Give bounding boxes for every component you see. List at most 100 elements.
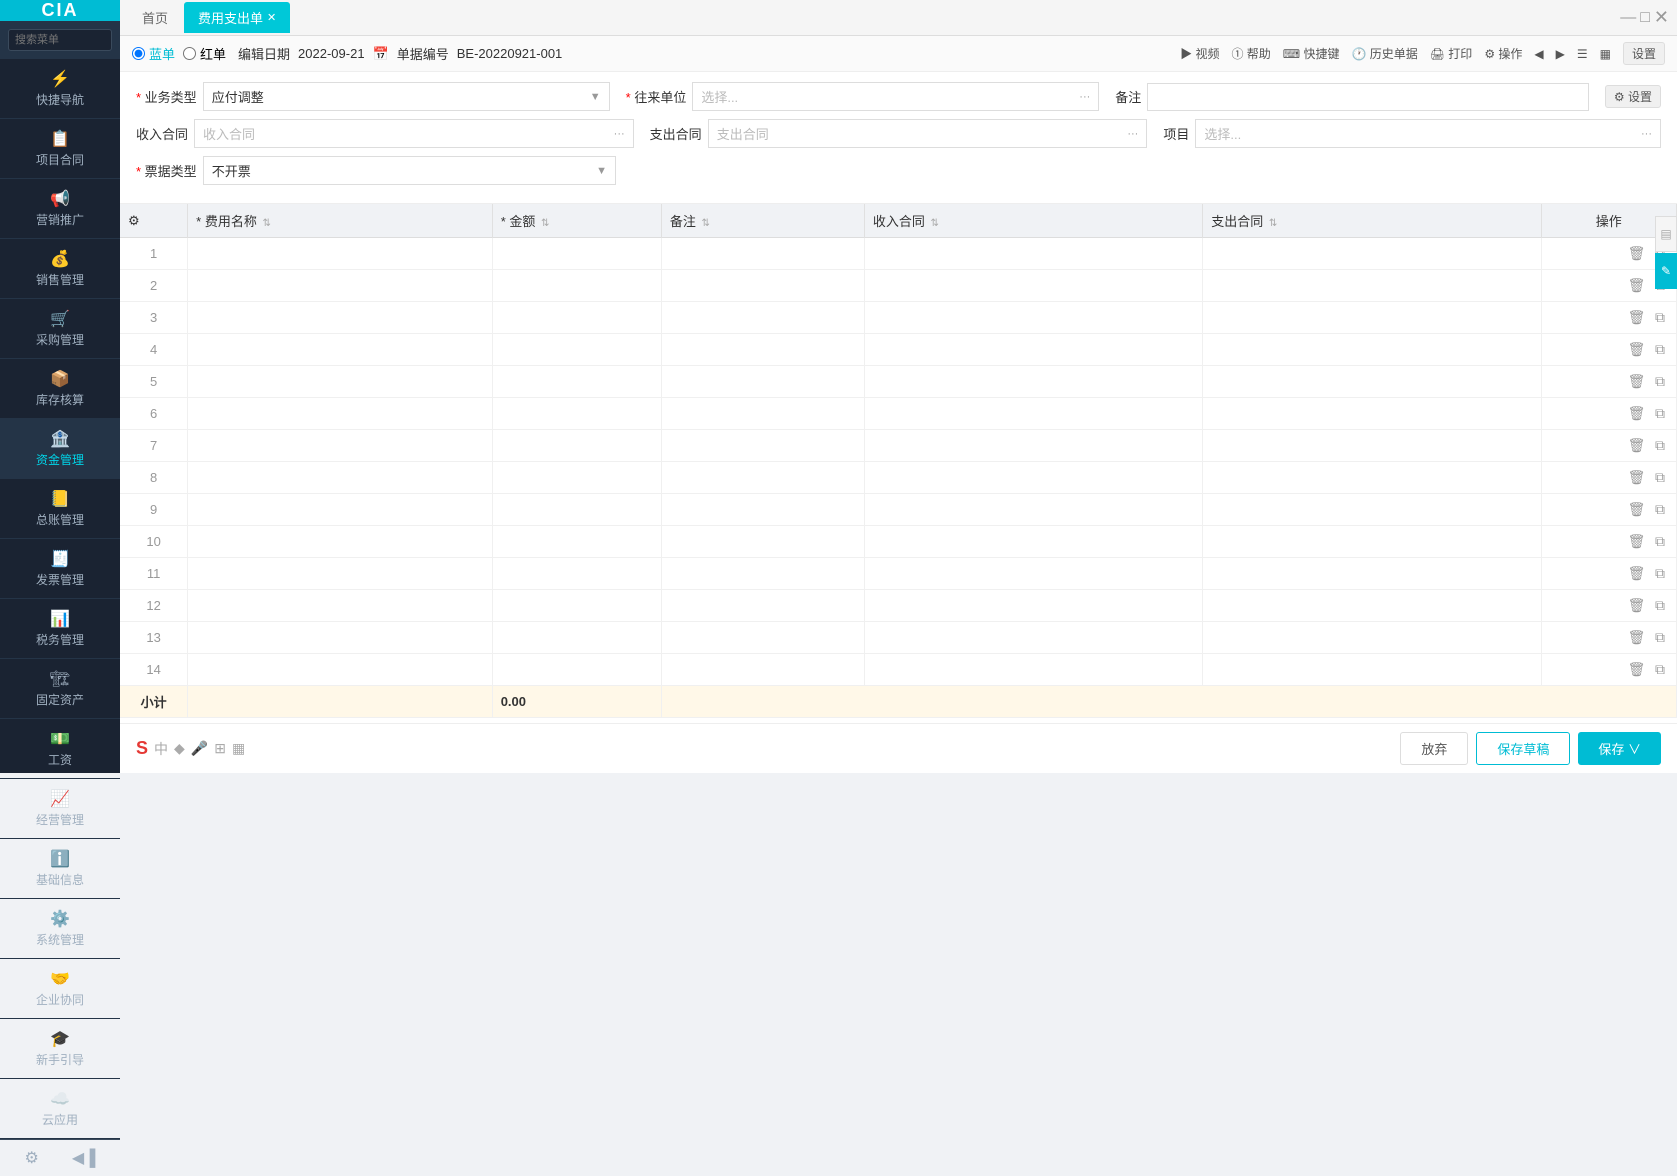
tab-home[interactable]: 首页 xyxy=(128,2,182,33)
row-expense-name-10[interactable] xyxy=(188,526,493,558)
row-expense-contract-6[interactable] xyxy=(1203,398,1541,430)
row-amount-2[interactable] xyxy=(492,270,661,302)
footer-icon-2[interactable]: ◆ xyxy=(174,740,185,757)
tab-close-icon[interactable]: ✕ xyxy=(267,11,276,24)
row-amount-1[interactable] xyxy=(492,238,661,270)
row-expense-name-13[interactable] xyxy=(188,622,493,654)
footer-icon-1[interactable]: 中 xyxy=(154,739,168,759)
sidebar-item-ops-mgmt[interactable]: 📈 经营管理 xyxy=(0,779,120,839)
col-config[interactable]: ⚙ xyxy=(120,204,188,238)
row-remark-3[interactable] xyxy=(661,302,864,334)
row-expense-contract-1[interactable] xyxy=(1203,238,1541,270)
row-delete-btn-10[interactable]: 🗑 xyxy=(1625,531,1649,552)
row-expense-name-9[interactable] xyxy=(188,494,493,526)
row-amount-5[interactable] xyxy=(492,366,661,398)
counterparty-dots[interactable]: ··· xyxy=(1079,91,1090,103)
row-amount-3[interactable] xyxy=(492,302,661,334)
row-expense-name-12[interactable] xyxy=(188,590,493,622)
row-delete-btn-5[interactable]: 🗑 xyxy=(1625,371,1649,392)
row-expense-contract-3[interactable] xyxy=(1203,302,1541,334)
row-copy-btn-4[interactable]: ⧉ xyxy=(1652,339,1668,360)
sidebar-item-capital-mgmt[interactable]: 🏦 资金管理 xyxy=(0,419,120,479)
row-expense-name-1[interactable] xyxy=(188,238,493,270)
row-expense-name-14[interactable] xyxy=(188,654,493,686)
row-delete-btn-11[interactable]: 🗑 xyxy=(1625,563,1649,584)
row-expense-contract-5[interactable] xyxy=(1203,366,1541,398)
expense-contract-dots[interactable]: ··· xyxy=(1127,128,1138,140)
sidebar-item-payroll[interactable]: 💵 工资 xyxy=(0,719,120,779)
counterparty-value[interactable]: 选择... ··· xyxy=(692,82,1099,111)
row-expense-name-11[interactable] xyxy=(188,558,493,590)
row-delete-btn-12[interactable]: 🗑 xyxy=(1625,595,1649,616)
row-copy-btn-14[interactable]: ⧉ xyxy=(1652,659,1668,680)
row-remark-5[interactable] xyxy=(661,366,864,398)
row-remark-11[interactable] xyxy=(661,558,864,590)
row-expense-name-5[interactable] xyxy=(188,366,493,398)
row-amount-11[interactable] xyxy=(492,558,661,590)
calendar-icon[interactable]: 📅 xyxy=(373,46,389,62)
row-delete-btn-3[interactable]: 🗑 xyxy=(1625,307,1649,328)
row-expense-contract-2[interactable] xyxy=(1203,270,1541,302)
prev-btn[interactable]: ◀ xyxy=(1534,47,1543,61)
list-view-btn[interactable]: ☰ xyxy=(1577,47,1588,61)
row-income-contract-7[interactable] xyxy=(864,430,1202,462)
row-remark-13[interactable] xyxy=(661,622,864,654)
row-remark-4[interactable] xyxy=(661,334,864,366)
sidebar-item-newcomer-guide[interactable]: 🎓 新手引导 xyxy=(0,1019,120,1079)
row-income-contract-6[interactable] xyxy=(864,398,1202,430)
sidebar-item-tax-mgmt[interactable]: 📊 税务管理 xyxy=(0,599,120,659)
row-delete-btn-7[interactable]: 🗑 xyxy=(1625,435,1649,456)
row-copy-btn-3[interactable]: ⧉ xyxy=(1652,307,1668,328)
row-remark-12[interactable] xyxy=(661,590,864,622)
window-close-icon[interactable]: ✕ xyxy=(1654,7,1669,28)
row-expense-contract-4[interactable] xyxy=(1203,334,1541,366)
discard-button[interactable]: 放弃 xyxy=(1400,732,1468,765)
shortcut-btn[interactable]: ⌨ 快捷键 xyxy=(1283,45,1340,62)
row-income-contract-2[interactable] xyxy=(864,270,1202,302)
row-delete-btn-14[interactable]: 🗑 xyxy=(1625,659,1649,680)
row-expense-name-8[interactable] xyxy=(188,462,493,494)
invoice-type-value[interactable]: 不开票 ▼ xyxy=(203,156,616,185)
row-expense-contract-11[interactable] xyxy=(1203,558,1541,590)
row-expense-contract-8[interactable] xyxy=(1203,462,1541,494)
row-delete-btn-1[interactable]: 🗑 xyxy=(1625,243,1649,264)
tab-expense-bill[interactable]: 费用支出单 ✕ xyxy=(184,2,290,33)
row-income-contract-3[interactable] xyxy=(864,302,1202,334)
save-draft-button[interactable]: 保存草稿 xyxy=(1476,732,1570,765)
row-remark-9[interactable] xyxy=(661,494,864,526)
row-expense-name-2[interactable] xyxy=(188,270,493,302)
row-amount-7[interactable] xyxy=(492,430,661,462)
grid-view-btn[interactable]: ▦ xyxy=(1600,47,1611,61)
sidebar-item-enterprise-collab[interactable]: 🤝 企业协同 xyxy=(0,959,120,1019)
volume-icon[interactable]: ◀▐ xyxy=(72,1148,96,1168)
settings-icon[interactable]: ⚙ xyxy=(25,1148,39,1168)
row-delete-btn-6[interactable]: 🗑 xyxy=(1625,403,1649,424)
expense-contract-sort-icon[interactable]: ⇅ xyxy=(1269,218,1277,229)
blue-bill-radio-label[interactable]: 蓝单 xyxy=(132,44,175,63)
row-copy-btn-12[interactable]: ⧉ xyxy=(1652,595,1668,616)
red-bill-radio-label[interactable]: 红单 xyxy=(183,44,226,63)
row-copy-btn-9[interactable]: ⧉ xyxy=(1652,499,1668,520)
row-remark-7[interactable] xyxy=(661,430,864,462)
row-income-contract-10[interactable] xyxy=(864,526,1202,558)
row-remark-14[interactable] xyxy=(661,654,864,686)
project-value[interactable]: 选择... ··· xyxy=(1195,119,1661,148)
expense-contract-value[interactable]: 支出合同 ··· xyxy=(708,119,1148,148)
ops-btn[interactable]: ⚙ 操作 xyxy=(1484,45,1522,62)
row-income-contract-8[interactable] xyxy=(864,462,1202,494)
row-copy-btn-13[interactable]: ⧉ xyxy=(1652,627,1668,648)
row-amount-6[interactable] xyxy=(492,398,661,430)
remark-sort-icon[interactable]: ⇅ xyxy=(702,218,710,229)
settings-btn-right[interactable]: ⚙ 设置 xyxy=(1605,85,1661,108)
sidebar-item-sales-mgmt[interactable]: 💰 销售管理 xyxy=(0,239,120,299)
row-income-contract-13[interactable] xyxy=(864,622,1202,654)
window-maximize-icon[interactable]: □ xyxy=(1640,9,1650,27)
sidebar-item-purchase-mgmt[interactable]: 🛒 采购管理 xyxy=(0,299,120,359)
row-delete-btn-13[interactable]: 🗑 xyxy=(1625,627,1649,648)
row-expense-contract-7[interactable] xyxy=(1203,430,1541,462)
row-remark-6[interactable] xyxy=(661,398,864,430)
sidebar-item-inventory[interactable]: 📦 库存核算 xyxy=(0,359,120,419)
income-contract-dots[interactable]: ··· xyxy=(614,128,625,140)
save-button[interactable]: 保存 ∨ xyxy=(1578,732,1661,765)
video-btn[interactable]: ▶ 视频 xyxy=(1180,45,1219,62)
